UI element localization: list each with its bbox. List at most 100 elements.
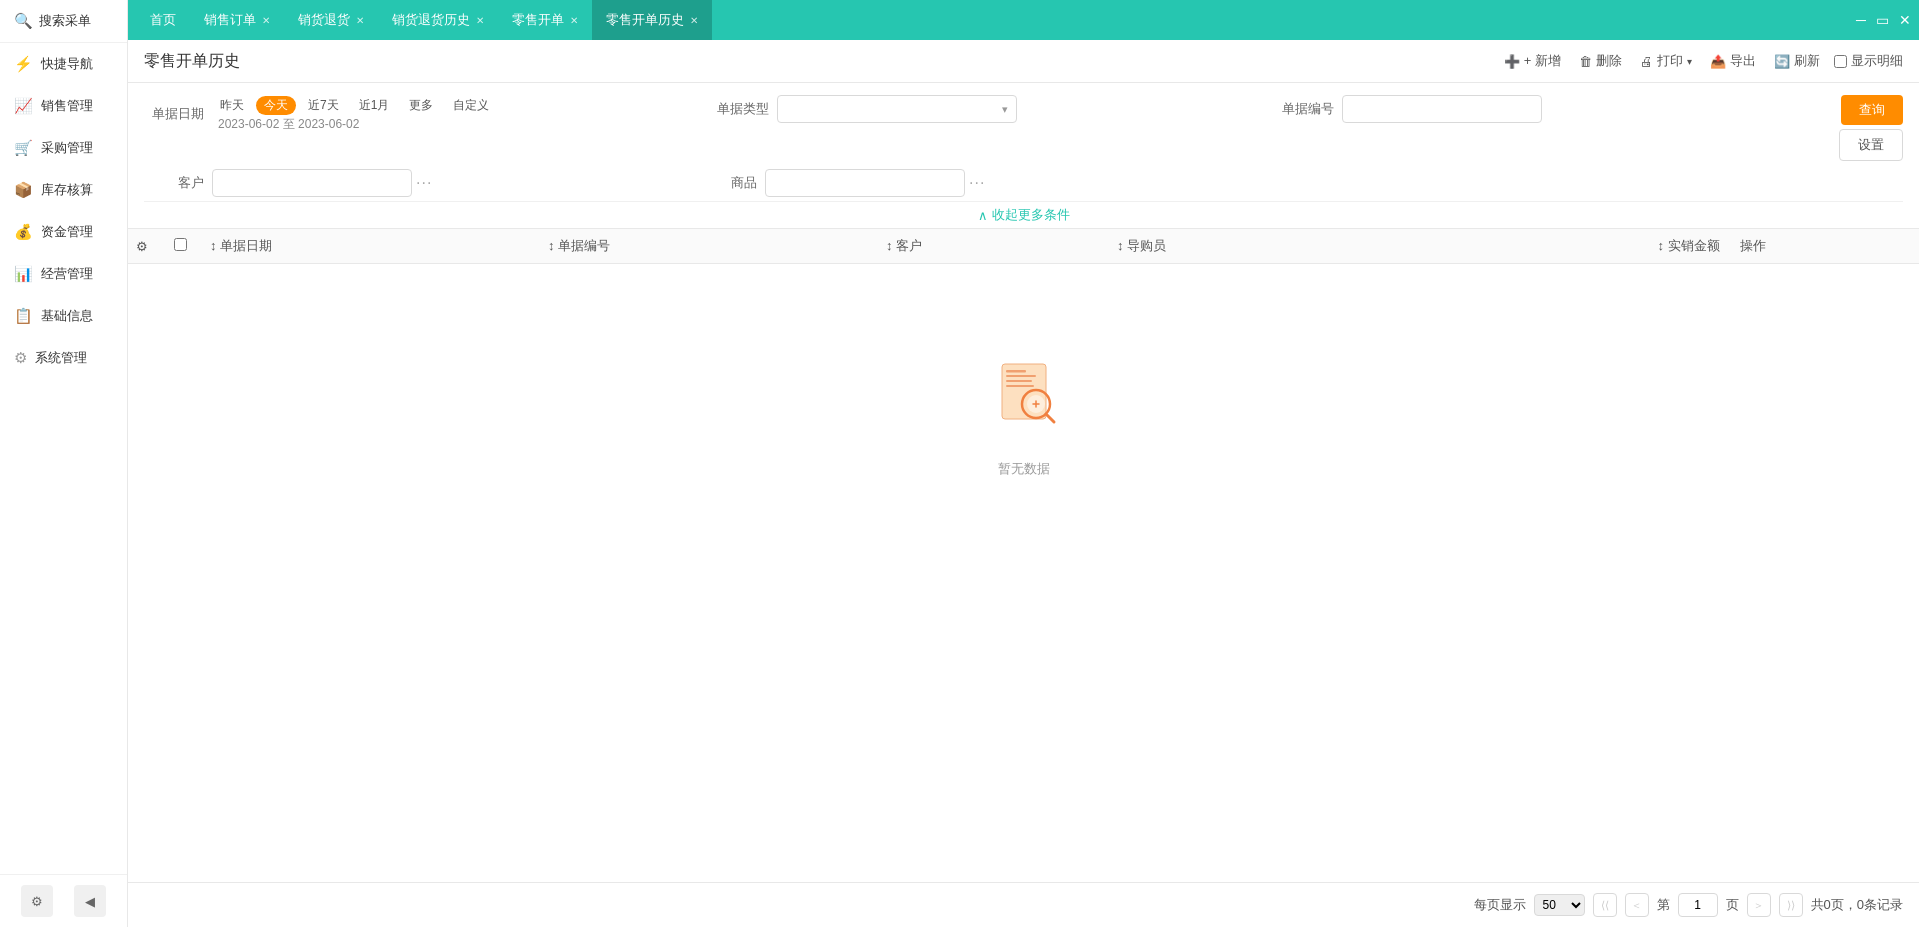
show-detail-label[interactable]: 显示明细 [1834,52,1903,70]
sidebar-item-basic-info[interactable]: 📋 基础信息 [0,295,127,337]
minimize-icon[interactable]: ─ [1856,12,1866,28]
refresh-button[interactable]: 🔄 刷新 [1770,50,1824,72]
settings-button[interactable]: ⚙ [21,885,53,917]
order-type-arrow-icon: ▾ [1002,103,1008,116]
svg-rect-2 [1006,375,1036,377]
filter-collapse-btn[interactable]: ∧ 收起更多条件 [144,201,1903,228]
date-label: 单据日期 [144,105,204,123]
add-label: + 新增 [1524,52,1561,70]
sidebar-search-label: 搜索采单 [39,12,91,30]
print-button[interactable]: 🖨 打印 ▾ [1636,50,1696,72]
page-number-input[interactable] [1678,893,1718,917]
goods-input[interactable] [765,169,965,197]
tab-retail-open-label: 零售开单 [512,11,564,29]
filter-collapse-label: 收起更多条件 [992,206,1070,224]
sidebar-bottom: ⚙ ◀ [0,874,127,927]
page-header: 零售开单历史 ➕ + 新增 🗑 删除 🖨 打印 ▾ 📤 导出 [128,40,1919,83]
sidebar-item-label: 销售管理 [41,97,93,115]
add-icon: ➕ [1504,54,1520,69]
empty-illustration [974,344,1074,444]
order-no-label: 单据编号 [1274,100,1334,118]
svg-rect-4 [1006,385,1034,387]
page-last-btn[interactable]: ⟩⟩ [1779,893,1803,917]
table-checkbox-col [164,229,200,264]
per-page-select[interactable]: 50 10 20 100 [1534,894,1585,916]
sales-mgmt-icon: 📈 [14,97,33,115]
print-icon: 🖨 [1640,54,1653,69]
tab-retail-open-close[interactable]: ✕ [570,15,578,26]
date-yesterday-btn[interactable]: 昨天 [212,95,252,116]
col-date-label: ↕ [210,238,220,253]
tab-home-label: 首页 [150,11,176,29]
order-no-input[interactable] [1342,95,1542,123]
date-custom-btn[interactable]: 自定义 [445,95,497,116]
sidebar-item-finance[interactable]: 💰 资金管理 [0,211,127,253]
select-all-checkbox[interactable] [174,238,187,251]
operation-icon: 📊 [14,265,33,283]
tab-sales-return-label: 销货退货 [298,11,350,29]
per-page-label: 每页显示 [1474,896,1526,914]
sidebar-item-operation[interactable]: 📊 经营管理 [0,253,127,295]
sidebar-item-sales-mgmt[interactable]: 📈 销售管理 [0,85,127,127]
query-btn-group: 查询 设置 [1839,95,1903,161]
goods-dots[interactable]: ··· [969,174,985,192]
date-last7-btn[interactable]: 近7天 [300,95,347,116]
tab-home[interactable]: 首页 [136,0,190,40]
date-today-btn[interactable]: 今天 [256,96,296,115]
collapse-sidebar-button[interactable]: ◀ [74,885,106,917]
sidebar-item-inventory[interactable]: 📦 库存核算 [0,169,127,211]
page-prev-btn[interactable]: ＜ [1625,893,1649,917]
sidebar-item-quick-nav[interactable]: ⚡ 快捷导航 [0,43,127,85]
date-last-month-btn[interactable]: 近1月 [351,95,398,116]
finance-icon: 💰 [14,223,33,241]
collapse-up-icon: ∧ [978,208,988,223]
svg-rect-1 [1006,370,1026,373]
settings-page-button[interactable]: 设置 [1839,129,1903,161]
tab-sales-order-label: 销售订单 [204,11,256,29]
search-icon: 🔍 [14,12,33,30]
table-settings-icon[interactable]: ⚙ [136,239,148,254]
page-next-btn[interactable]: ＞ [1747,893,1771,917]
order-type-select[interactable]: ▾ [777,95,1017,123]
sidebar-search[interactable]: 🔍 搜索采单 [0,0,127,43]
tab-sales-return-close[interactable]: ✕ [356,15,364,26]
delete-icon: 🗑 [1579,54,1592,69]
tab-sales-return-history-close[interactable]: ✕ [476,15,484,26]
delete-button[interactable]: 🗑 删除 [1575,50,1626,72]
show-detail-checkbox[interactable] [1834,55,1847,68]
tab-sales-return[interactable]: 销货退货 ✕ [284,0,378,40]
sidebar-item-purchase-mgmt[interactable]: 🛒 采购管理 [0,127,127,169]
restore-icon[interactable]: ▭ [1876,12,1889,28]
window-controls: ─ ▭ ✕ [1856,12,1911,28]
customer-dots[interactable]: ··· [416,174,432,192]
tab-retail-open[interactable]: 零售开单 ✕ [498,0,592,40]
query-button[interactable]: 查询 [1841,95,1903,125]
print-label: 打印 [1657,52,1683,70]
table-header-row: ⚙ ↕ 单据日期 ↕ 单据编号 [128,229,1919,264]
page-label: 第 [1657,896,1670,914]
inventory-icon: 📦 [14,181,33,199]
sidebar-item-label: 库存核算 [41,181,93,199]
export-label: 导出 [1730,52,1756,70]
page-first-btn[interactable]: ⟨⟨ [1593,893,1617,917]
export-button[interactable]: 📤 导出 [1706,50,1760,72]
sidebar-item-label: 基础信息 [41,307,93,325]
customer-input[interactable] [212,169,412,197]
tab-retail-open-history[interactable]: 零售开单历史 ✕ [592,0,712,40]
sidebar-item-sys-mgmt[interactable]: ⚙ 系统管理 [0,337,127,379]
close-icon[interactable]: ✕ [1899,12,1911,28]
purchase-mgmt-icon: 🛒 [14,139,33,157]
table-col-guide: ↕ 导购员 [1107,229,1392,264]
table-col-date: ↕ 单据日期 [200,229,538,264]
sidebar-item-label: 经营管理 [41,265,93,283]
tab-sales-order[interactable]: 销售订单 ✕ [190,0,284,40]
tab-sales-order-close[interactable]: ✕ [262,15,270,26]
tab-sales-return-history[interactable]: 销货退货历史 ✕ [378,0,498,40]
tab-sales-return-history-label: 销货退货历史 [392,11,470,29]
table-col-amount: ↕ 实销金额 [1392,229,1730,264]
table-col-no: ↕ 单据编号 [538,229,876,264]
date-more-btn[interactable]: 更多 [401,95,441,116]
tab-retail-open-history-close[interactable]: ✕ [690,15,698,26]
add-button[interactable]: ➕ + 新增 [1500,50,1565,72]
data-table: ⚙ ↕ 单据日期 ↕ 单据编号 [128,229,1919,264]
